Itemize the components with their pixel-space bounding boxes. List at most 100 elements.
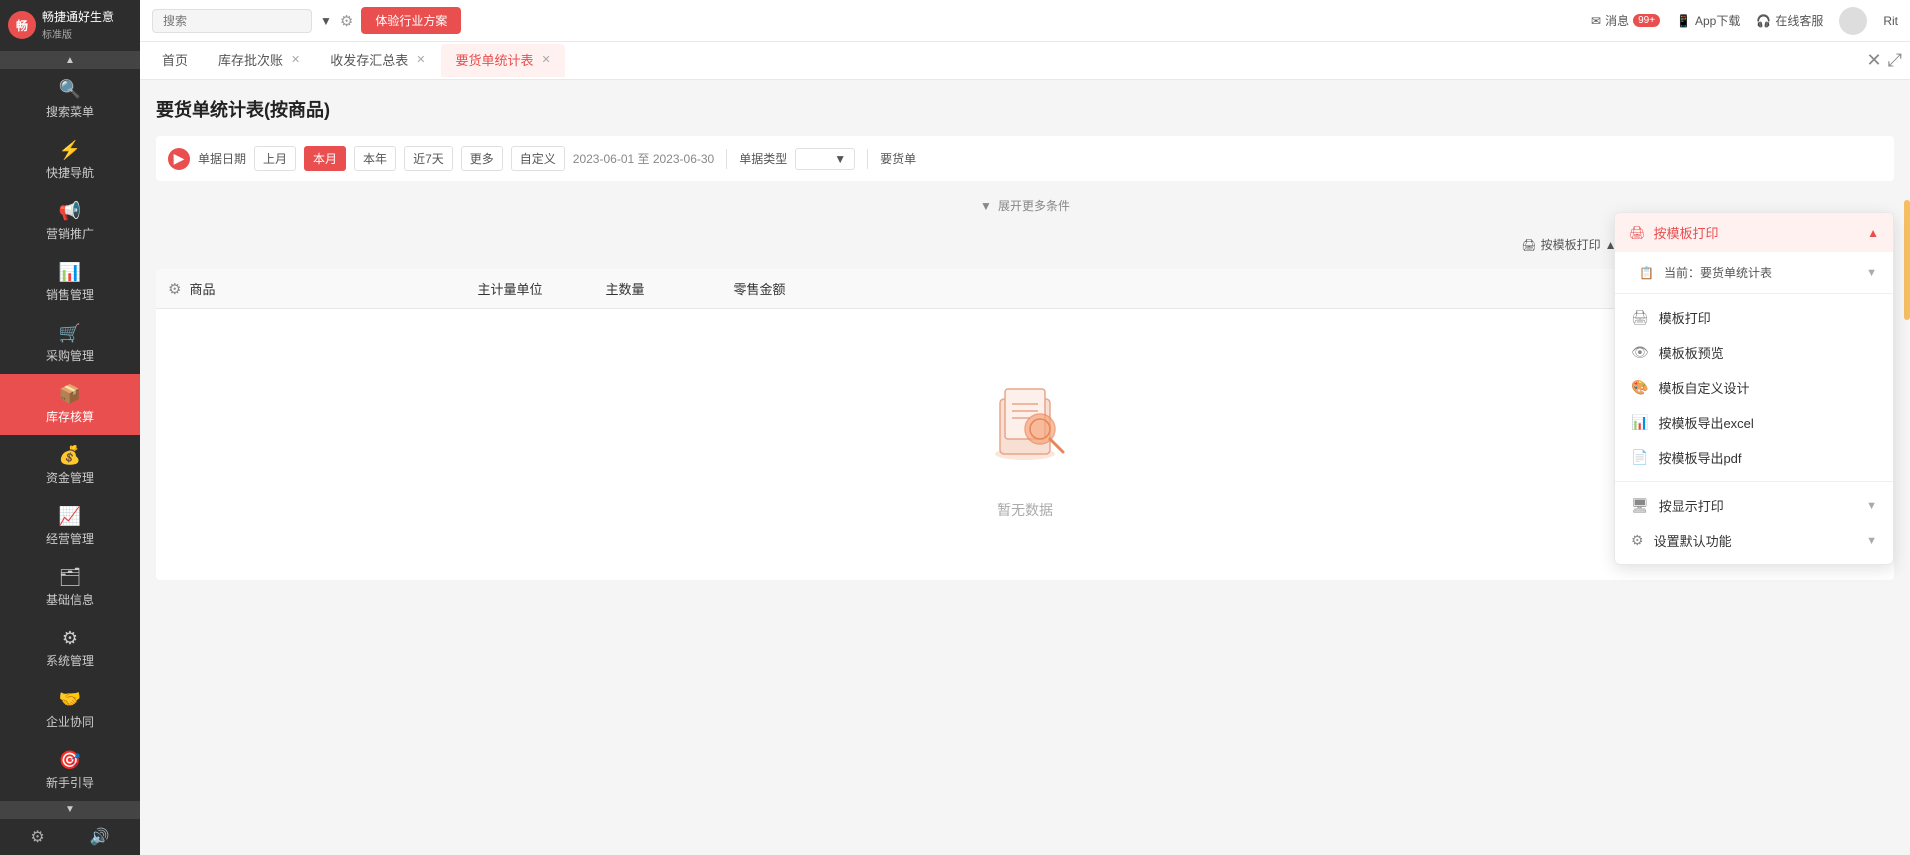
sidebar-item-search[interactable]: 🔍 搜索菜单 bbox=[0, 69, 140, 130]
empty-text: 暂无数据 bbox=[997, 500, 1053, 520]
order-filter-label: 要货单 bbox=[880, 150, 916, 167]
sidebar-settings-btn[interactable]: ⚙ bbox=[30, 827, 44, 847]
date-btn-this-year[interactable]: 本年 bbox=[354, 146, 396, 171]
date-btn-custom[interactable]: 自定义 bbox=[511, 146, 565, 171]
avatar[interactable] bbox=[1839, 7, 1867, 35]
shortcut-icon: ⚡ bbox=[59, 140, 81, 161]
marketing-icon: 📢 bbox=[59, 201, 81, 222]
col-product: 商品 bbox=[189, 279, 469, 298]
sidebar-nav: 🔍 搜索菜单 ⚡ 快捷导航 📢 营销推广 📊 销售管理 🛒 采购管理 📦 库存核… bbox=[0, 69, 140, 801]
print-template-design-item[interactable]: 🎨 模板自定义设计 bbox=[1615, 370, 1893, 405]
industry-btn[interactable]: 体验行业方案 bbox=[361, 7, 461, 34]
print-default-func-item[interactable]: ⚙ 设置默认功能 ▼ bbox=[1615, 523, 1893, 558]
sidebar-sound-btn[interactable]: 🔊 bbox=[90, 827, 110, 847]
sidebar-item-inventory[interactable]: 📦 库存核算 bbox=[0, 374, 140, 435]
main-area: ▼ ⚙ 体验行业方案 ✉ 消息 99+ 📱 App下载 🎧 在线客服 Rit bbox=[140, 0, 1910, 855]
date-range-display: 2023-06-01 至 2023-06-30 bbox=[573, 150, 714, 167]
collab-icon: 🤝 bbox=[59, 689, 81, 710]
empty-illustration bbox=[975, 369, 1075, 488]
date-btn-more[interactable]: 更多 bbox=[461, 146, 503, 171]
sidebar-item-sales[interactable]: 📊 销售管理 bbox=[0, 252, 140, 313]
page-content: 要货单统计表(按商品) ▶ 单据日期 上月 本月 本年 近7天 更多 自定义 2… bbox=[140, 80, 1910, 855]
print-display-section: 🖥 按显示打印 ▼ ⚙ 设置默认功能 ▼ bbox=[1615, 482, 1893, 564]
default-func-icon: ⚙ bbox=[1631, 532, 1644, 549]
print-template-preview-item[interactable]: 👁 模板板预览 bbox=[1615, 335, 1893, 370]
page-title: 要货单统计表(按商品) bbox=[156, 96, 1894, 122]
order-type-select[interactable]: ▼ bbox=[795, 148, 855, 170]
sidebar-item-marketing[interactable]: 📢 营销推广 bbox=[0, 191, 140, 252]
column-settings-icon[interactable]: ⚙ bbox=[168, 280, 181, 298]
print-export-pdf-item[interactable]: 📄 按模板导出pdf bbox=[1615, 440, 1893, 475]
online-service-btn[interactable]: 🎧 在线客服 bbox=[1756, 12, 1823, 29]
topbar-gear-icon[interactable]: ⚙ bbox=[340, 12, 353, 30]
print-icon: 🖨 bbox=[1521, 238, 1536, 252]
sidebar-item-system[interactable]: ⚙ 系统管理 bbox=[0, 618, 140, 679]
filter-bar: ▶ 单据日期 上月 本月 本年 近7天 更多 自定义 2023-06-01 至 … bbox=[156, 136, 1894, 181]
basic-icon: 🗂 bbox=[59, 567, 82, 588]
display-print-arrow: ▼ bbox=[1866, 500, 1877, 512]
sidebar-item-operations[interactable]: 📈 经营管理 bbox=[0, 496, 140, 557]
date-btn-last-month[interactable]: 上月 bbox=[254, 146, 296, 171]
expand-more-icon: ▼ bbox=[980, 199, 992, 213]
col-unit: 主计量单位 bbox=[477, 279, 597, 298]
tab-home[interactable]: 首页 bbox=[148, 44, 202, 77]
sidebar-item-collab[interactable]: 🤝 企业协同 bbox=[0, 679, 140, 740]
tab-expand-icon[interactable]: ⤢ bbox=[1888, 50, 1902, 71]
tab-order-stats[interactable]: 要货单统计表 ✕ bbox=[441, 44, 564, 77]
current-template-arrow: ▼ bbox=[1866, 267, 1877, 279]
scrollbar-thumb[interactable] bbox=[1904, 200, 1910, 320]
topbar-actions: ✉ 消息 99+ 📱 App下载 🎧 在线客服 Rit bbox=[1591, 7, 1898, 35]
tab-close-all-icon[interactable]: ✕ bbox=[1867, 50, 1882, 71]
app-download-btn[interactable]: 📱 App下载 bbox=[1676, 12, 1740, 29]
sidebar-item-guide[interactable]: 🎯 新手引导 bbox=[0, 740, 140, 801]
guide-icon: 🎯 bbox=[59, 750, 81, 771]
message-icon: ✉ bbox=[1591, 14, 1601, 28]
filter-divider-1 bbox=[726, 149, 727, 169]
sidebar-scroll-down[interactable]: ▼ bbox=[0, 801, 140, 818]
sidebar-item-purchase[interactable]: 🛒 采购管理 bbox=[0, 313, 140, 374]
select-arrow-icon: ▼ bbox=[834, 152, 846, 166]
system-icon: ⚙ bbox=[62, 628, 78, 649]
tab-inventory-batch[interactable]: 库存批次账 ✕ bbox=[204, 44, 314, 77]
message-btn[interactable]: ✉ 消息 99+ bbox=[1591, 12, 1660, 29]
print-display-item[interactable]: 🖥 按显示打印 ▼ bbox=[1615, 488, 1893, 523]
print-dropdown-icon: 🖨 bbox=[1629, 225, 1646, 241]
download-icon: 📱 bbox=[1676, 14, 1691, 28]
current-template-icon: 📋 bbox=[1639, 266, 1654, 280]
operations-icon: 📈 bbox=[59, 506, 81, 527]
filter-divider-2 bbox=[867, 149, 868, 169]
sidebar-item-finance[interactable]: 💰 资金管理 bbox=[0, 435, 140, 496]
sidebar-scroll-up[interactable]: ▲ bbox=[0, 52, 140, 69]
tab-close-inventory-batch[interactable]: ✕ bbox=[291, 53, 300, 66]
app-version: 标准版 bbox=[42, 26, 114, 41]
print-template-section: 🖨 模板打印 👁 模板板预览 🎨 模板自定义设计 📊 按模板导出excel 📄 bbox=[1615, 294, 1893, 482]
export-pdf-icon: 📄 bbox=[1631, 449, 1648, 466]
topbar-dropdown[interactable]: ▼ bbox=[320, 14, 332, 28]
print-current-section: 📋 当前：要货单统计表 ▼ bbox=[1615, 252, 1893, 294]
search-icon: 🔍 bbox=[59, 79, 81, 100]
tabs-bar: 首页 库存批次账 ✕ 收发存汇总表 ✕ 要货单统计表 ✕ ✕ ⤢ bbox=[140, 42, 1910, 80]
sidebar: 畅 畅捷通好生意 标准版 ▲ 🔍 搜索菜单 ⚡ 快捷导航 📢 营销推广 📊 销售… bbox=[0, 0, 140, 855]
tab-close-order-stats[interactable]: ✕ bbox=[542, 53, 551, 66]
sidebar-bottom: ⚙ 🔊 bbox=[0, 818, 140, 855]
message-badge: 99+ bbox=[1633, 14, 1660, 27]
tab-close-receipts-summary[interactable]: ✕ bbox=[416, 53, 425, 66]
date-btn-last-7days[interactable]: 近7天 bbox=[404, 146, 453, 171]
sidebar-item-shortcut[interactable]: ⚡ 快捷导航 bbox=[0, 130, 140, 191]
print-template-btn[interactable]: 🖨 按模板打印 ▲ bbox=[1513, 232, 1624, 257]
sidebar-item-basic[interactable]: 🗂 基础信息 bbox=[0, 557, 140, 618]
tab-receipts-summary[interactable]: 收发存汇总表 ✕ bbox=[316, 44, 439, 77]
app-name: 畅捷通好生意 bbox=[42, 10, 114, 26]
print-current-template[interactable]: 📋 当前：要货单统计表 ▼ bbox=[1615, 258, 1893, 287]
filter-expand-btn[interactable]: ▶ bbox=[168, 148, 190, 170]
date-btn-this-month[interactable]: 本月 bbox=[304, 146, 346, 171]
col-amount: 零售金额 bbox=[733, 279, 853, 298]
template-print-icon: 🖨 bbox=[1631, 309, 1649, 326]
print-dropdown-close-icon[interactable]: ▲ bbox=[1867, 226, 1879, 240]
topbar-search-input[interactable] bbox=[152, 9, 312, 33]
print-export-excel-item[interactable]: 📊 按模板导出excel bbox=[1615, 405, 1893, 440]
purchase-icon: 🛒 bbox=[59, 323, 81, 344]
print-dropdown-header[interactable]: 🖨 按模板打印 ▲ bbox=[1615, 213, 1893, 252]
print-template-print-item[interactable]: 🖨 模板打印 bbox=[1615, 300, 1893, 335]
inventory-icon: 📦 bbox=[59, 384, 81, 405]
